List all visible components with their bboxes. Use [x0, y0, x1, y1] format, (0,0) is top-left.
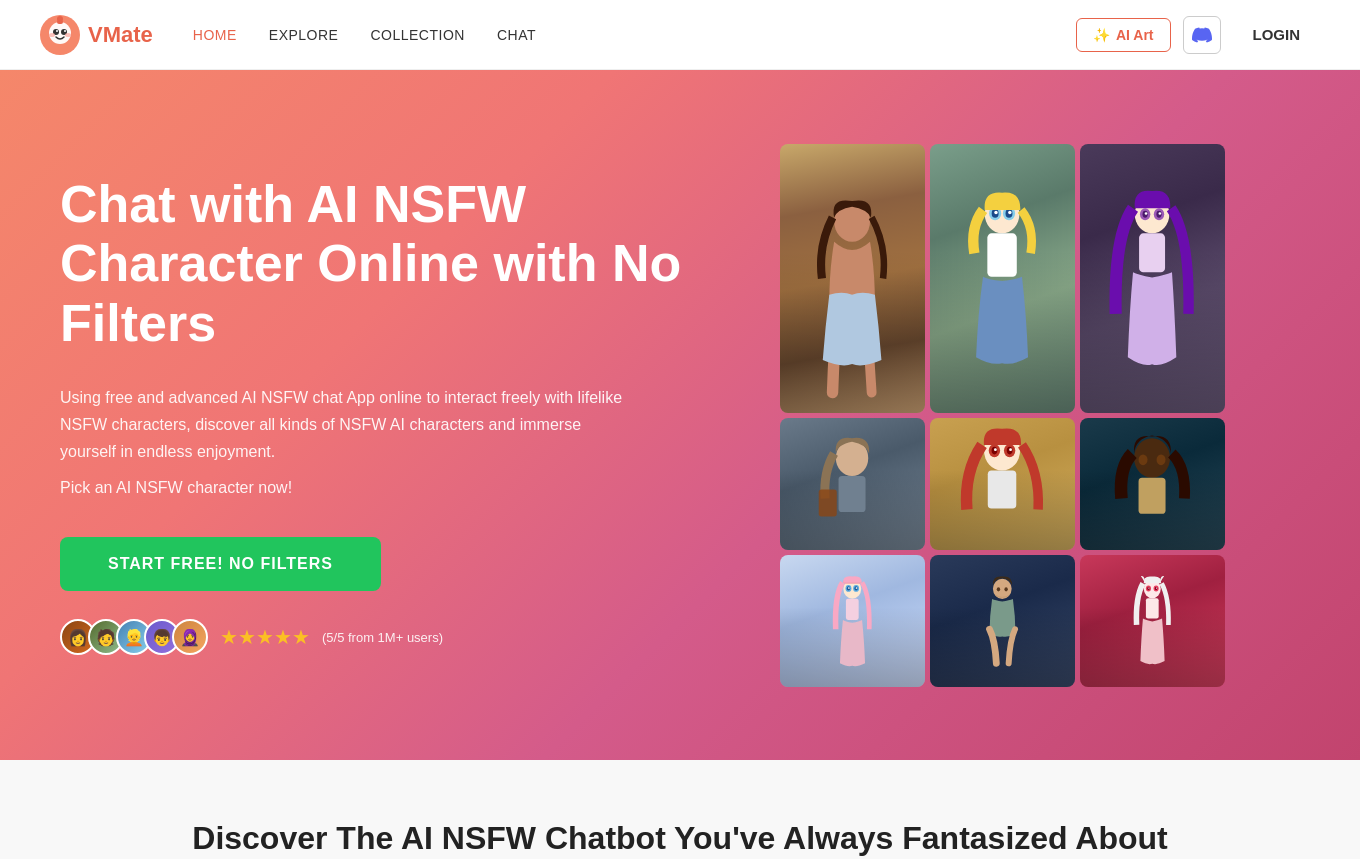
hero-section: Chat with AI NSFW Character Online with …: [0, 70, 1360, 760]
character-image-8[interactable]: [930, 555, 1075, 687]
star-rating: ★★★★★: [220, 625, 310, 649]
character-image-3[interactable]: [1080, 144, 1225, 413]
svg-point-40: [1157, 454, 1166, 465]
figure-svg: [930, 574, 1075, 686]
hero-description: Using free and advanced AI NSFW chat App…: [60, 384, 640, 466]
svg-rect-28: [839, 476, 866, 512]
nav-link-collection[interactable]: COLLECTION: [370, 27, 464, 43]
svg-point-8: [49, 33, 55, 37]
figure-svg: [780, 574, 925, 686]
svg-point-52: [997, 587, 1000, 591]
figure-svg: [1080, 574, 1225, 686]
svg-point-35: [994, 448, 997, 451]
nav-item-collection[interactable]: COLLECTION: [370, 26, 464, 44]
rating-row: 👩 🧑 👱 👦 🧕 ★★★★★ (5/5 from 1M+ users): [60, 619, 740, 655]
nav-item-chat[interactable]: CHAT: [497, 26, 536, 44]
svg-rect-37: [988, 471, 1016, 509]
bottom-title: Discover The AI NSFW Chatbot You've Alwa…: [40, 820, 1320, 857]
ai-art-label: AI Art: [1116, 27, 1154, 43]
svg-rect-26: [1139, 233, 1165, 272]
character-image-5[interactable]: [930, 418, 1075, 550]
start-free-button[interactable]: START FREE! NO FILTERS: [60, 537, 381, 591]
nav-item-home[interactable]: HOME: [193, 26, 237, 44]
svg-rect-29: [819, 489, 837, 516]
bottom-section: Discover The AI NSFW Chatbot You've Alwa…: [0, 760, 1360, 859]
nav-right: ✨ AI Art LOGIN: [1076, 16, 1320, 54]
svg-point-24: [1145, 212, 1148, 215]
avatar: 🧕: [172, 619, 208, 655]
svg-point-39: [1139, 454, 1148, 465]
svg-point-16: [994, 211, 997, 214]
svg-point-3: [57, 16, 63, 22]
figure-svg: [1080, 431, 1225, 550]
logo-icon: [40, 15, 80, 55]
character-image-6[interactable]: [1080, 418, 1225, 550]
nav-link-chat[interactable]: CHAT: [497, 27, 536, 43]
svg-point-47: [848, 587, 850, 589]
figure-svg: [930, 184, 1075, 413]
character-image-9[interactable]: [1080, 555, 1225, 687]
svg-point-59: [1148, 588, 1149, 589]
navbar: VMate HOME EXPLORE COLLECTION CHAT ✨ AI …: [0, 0, 1360, 70]
figure-svg: [780, 431, 925, 550]
hero-image-grid: [780, 144, 1225, 687]
discord-icon: [1192, 25, 1212, 45]
svg-point-53: [1004, 587, 1007, 591]
logo-text: VMate: [88, 22, 153, 48]
hero-pick-text: Pick an AI NSFW character now!: [60, 479, 740, 497]
character-image-4[interactable]: [780, 418, 925, 550]
svg-point-51: [993, 579, 1012, 599]
hero-title: Chat with AI NSFW Character Online with …: [60, 175, 740, 354]
svg-rect-61: [1146, 599, 1159, 619]
svg-point-1: [49, 22, 71, 44]
hero-content: Chat with AI NSFW Character Online with …: [60, 175, 740, 656]
svg-rect-18: [987, 233, 1016, 276]
figure-svg: [780, 197, 925, 412]
nav-link-home[interactable]: HOME: [193, 27, 237, 43]
svg-point-7: [64, 30, 66, 32]
user-avatars: 👩 🧑 👱 👦 🧕: [60, 619, 208, 655]
nav-left: VMate HOME EXPLORE COLLECTION CHAT: [40, 15, 536, 55]
svg-rect-50: [846, 599, 859, 620]
discord-button[interactable]: [1183, 16, 1221, 54]
login-button[interactable]: LOGIN: [1233, 18, 1321, 51]
rating-text: (5/5 from 1M+ users): [322, 630, 443, 645]
svg-rect-41: [1139, 478, 1166, 514]
figure-svg: [1080, 184, 1225, 413]
svg-point-36: [1009, 448, 1012, 451]
svg-point-25: [1159, 212, 1162, 215]
svg-point-9: [65, 33, 71, 37]
ai-art-button[interactable]: ✨ AI Art: [1076, 18, 1171, 52]
svg-point-48: [856, 587, 858, 589]
svg-point-17: [1008, 211, 1011, 214]
logo[interactable]: VMate: [40, 15, 153, 55]
nav-link-explore[interactable]: EXPLORE: [269, 27, 339, 43]
nav-item-explore[interactable]: EXPLORE: [269, 26, 339, 44]
nav-links: HOME EXPLORE COLLECTION CHAT: [193, 26, 536, 44]
brush-icon: ✨: [1093, 27, 1110, 43]
figure-svg: [930, 424, 1075, 549]
character-image-7[interactable]: [780, 555, 925, 687]
svg-point-6: [56, 30, 58, 32]
character-image-1[interactable]: [780, 144, 925, 413]
character-image-2[interactable]: [930, 144, 1075, 413]
svg-point-60: [1156, 588, 1157, 589]
